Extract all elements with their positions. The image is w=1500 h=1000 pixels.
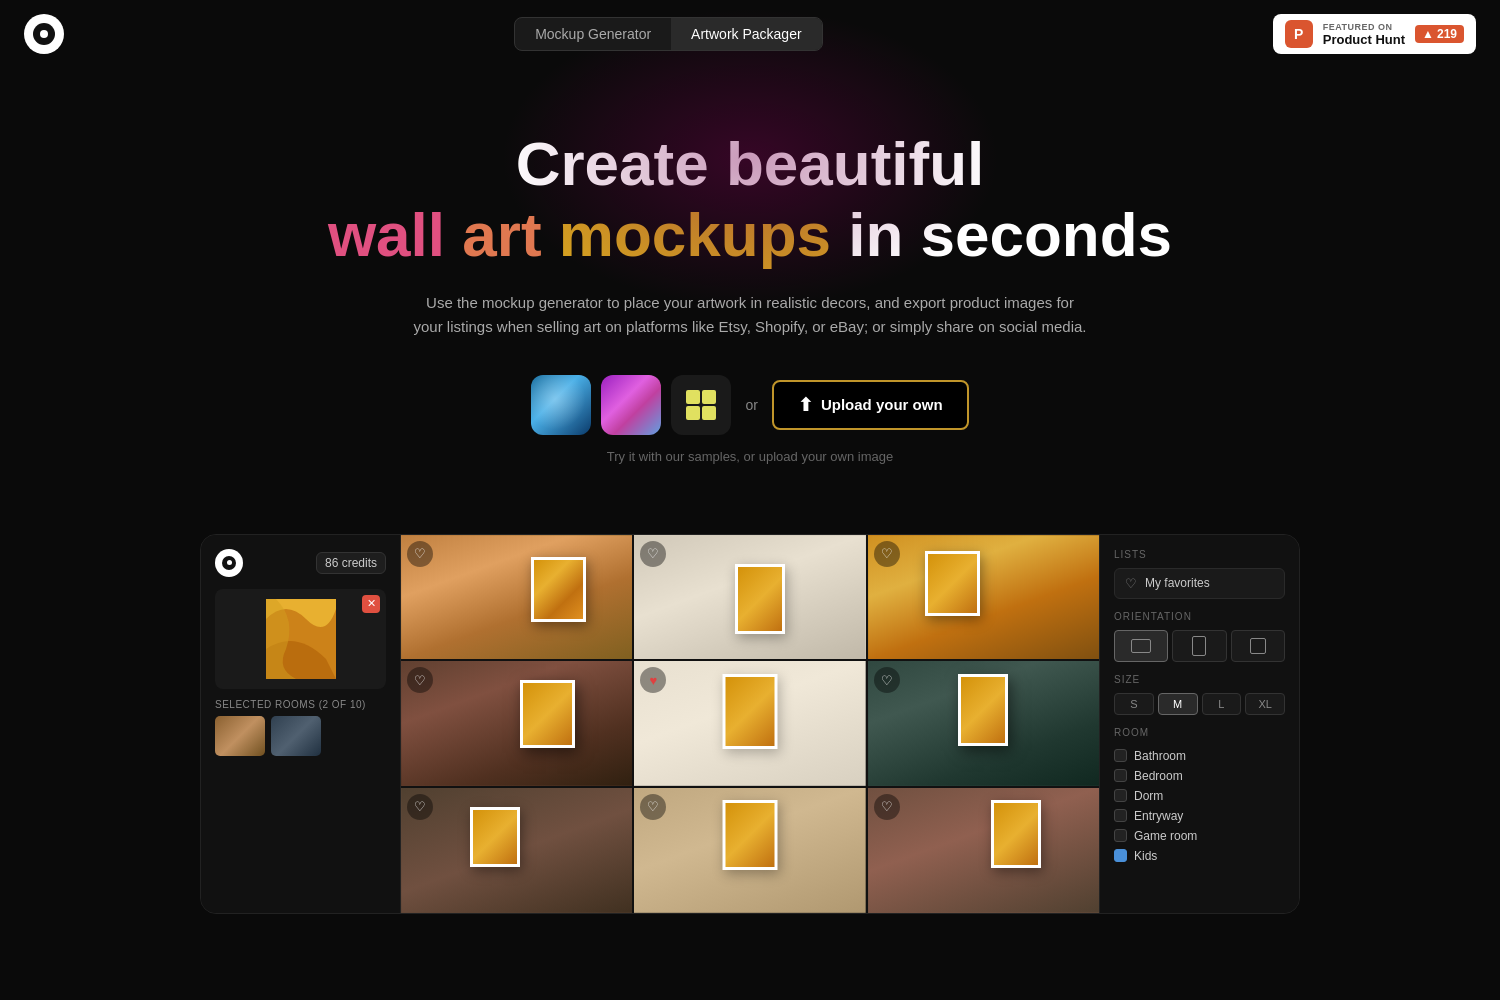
grid-icon [686,390,716,420]
dorm-checkbox[interactable] [1114,789,1127,802]
upload-icon: ⬆ [798,394,813,416]
dorm-label: Dorm [1134,789,1163,803]
my-favorites-item[interactable]: ♡ My favorites [1114,568,1285,599]
bedroom-checkbox[interactable] [1114,769,1127,782]
or-divider: or [745,397,757,413]
heart-btn-2[interactable]: ♡ [640,541,666,567]
hero-line1: Create beautiful [20,128,1480,199]
gameroom-label: Game room [1134,829,1197,843]
grid-cell-9[interactable]: ♡ [868,788,1099,913]
app-preview: 86 credits ✕ SELECTED ROOMS (2 OF 10) [200,534,1300,914]
kids-checkbox[interactable] [1114,849,1127,862]
credits-badge: 86 credits [316,552,386,574]
hero-word-seconds2: in seconds [848,200,1172,269]
ph-arrow: ▲ [1422,27,1434,41]
room-thumb-2[interactable] [271,716,321,756]
hero-word-mockups: mockups [559,200,831,269]
square-icon [1250,638,1266,654]
sample-hint: Try it with our samples, or upload your … [20,449,1480,464]
panel-header: 86 credits [215,549,386,577]
heart-btn-1[interactable]: ♡ [407,541,433,567]
landscape-icon [1131,639,1151,653]
room-dorm[interactable]: Dorm [1114,786,1285,806]
size-m-btn[interactable]: M [1158,693,1198,715]
logo [24,14,64,54]
grid-cell-7[interactable]: ♡ [401,788,632,913]
ph-number: 219 [1437,27,1457,41]
artwork-preview: ✕ [215,589,386,689]
hero-word-wall: wall [328,200,445,269]
tab-mockup-generator[interactable]: Mockup Generator [515,18,671,50]
room-thumb-1[interactable] [215,716,265,756]
entryway-label: Entryway [1134,809,1183,823]
upload-btn-label: Upload your own [821,396,943,413]
grid-cell-8[interactable]: ♡ [634,788,865,913]
grid-cell-1[interactable]: ♡ [401,535,632,660]
sample-thumb-3[interactable] [671,375,731,435]
size-row: S M L XL [1114,693,1285,715]
hero-subtitle: Use the mockup generator to place your a… [410,291,1090,339]
room-bedroom[interactable]: Bedroom [1114,766,1285,786]
tab-artwork-packager[interactable]: Artwork Packager [671,18,821,50]
room-kids[interactable]: Kids [1114,846,1285,866]
artwork-svg [266,599,336,679]
hero-section: Create beautiful wall art mockups in sec… [0,68,1500,504]
product-hunt-badge[interactable]: P FEATURED ON Product Hunt ▲ 219 [1273,14,1476,54]
sample-thumb-2[interactable] [601,375,661,435]
orient-square-btn[interactable] [1231,630,1285,662]
hero-word-art: art [462,200,541,269]
ph-featured-label: FEATURED ON [1323,22,1405,32]
grid-cell-5[interactable]: ♥ [634,661,865,786]
ph-count: ▲ 219 [1415,25,1464,43]
panel-logo [215,549,243,577]
room-section-title: ROOM [1114,727,1285,738]
portrait-icon [1192,636,1206,656]
ph-name: Product Hunt [1323,32,1405,47]
nav-tabs: Mockup Generator Artwork Packager [514,17,822,51]
lists-section-title: LISTS [1114,549,1285,560]
upload-button[interactable]: ⬆ Upload your own [772,380,969,430]
grid-cell-6[interactable]: ♡ [868,661,1099,786]
product-hunt-icon: P [1285,20,1313,48]
room-filter-list: Bathroom Bedroom Dorm Entryway Game room… [1114,746,1285,866]
orient-portrait-btn[interactable] [1172,630,1226,662]
product-hunt-text: FEATURED ON Product Hunt [1323,22,1405,47]
grid-cell-3[interactable]: ♡ [868,535,1099,660]
bathroom-label: Bathroom [1134,749,1186,763]
grid-cell-2[interactable]: ♡ [634,535,865,660]
kids-label: Kids [1134,849,1157,863]
main-grid: ♡ ♡ ♡ ♡ [401,535,1099,913]
orientation-row [1114,630,1285,662]
heart-btn-9[interactable]: ♡ [874,794,900,820]
room-bathroom[interactable]: Bathroom [1114,746,1285,766]
entryway-checkbox[interactable] [1114,809,1127,822]
delete-artwork-button[interactable]: ✕ [362,595,380,613]
right-panel: LISTS ♡ My favorites ORIENTATION SIZE S … [1099,535,1299,913]
logo-icon [33,23,55,45]
heart-btn-6[interactable]: ♡ [874,667,900,693]
hero-title: Create beautiful wall art mockups in sec… [20,128,1480,271]
heart-btn-3[interactable]: ♡ [874,541,900,567]
bedroom-label: Bedroom [1134,769,1183,783]
room-game-room[interactable]: Game room [1114,826,1285,846]
sample-thumb-1[interactable] [531,375,591,435]
room-entryway[interactable]: Entryway [1114,806,1285,826]
sample-row: or ⬆ Upload your own [20,375,1480,435]
bathroom-checkbox[interactable] [1114,749,1127,762]
size-s-btn[interactable]: S [1114,693,1154,715]
size-l-btn[interactable]: L [1202,693,1242,715]
heart-btn-7[interactable]: ♡ [407,794,433,820]
heart-icon: ♡ [1125,576,1137,591]
room-thumbs [215,716,386,756]
orient-landscape-btn[interactable] [1114,630,1168,662]
navbar: Mockup Generator Artwork Packager P FEAT… [0,0,1500,68]
grid-cell-4[interactable]: ♡ [401,661,632,786]
orientation-section-title: ORIENTATION [1114,611,1285,622]
my-favorites-label: My favorites [1145,576,1210,590]
gameroom-checkbox[interactable] [1114,829,1127,842]
selected-rooms-label: SELECTED ROOMS (2 OF 10) [215,699,386,710]
size-section-title: SIZE [1114,674,1285,685]
left-panel: 86 credits ✕ SELECTED ROOMS (2 OF 10) [201,535,401,913]
size-xl-btn[interactable]: XL [1245,693,1285,715]
